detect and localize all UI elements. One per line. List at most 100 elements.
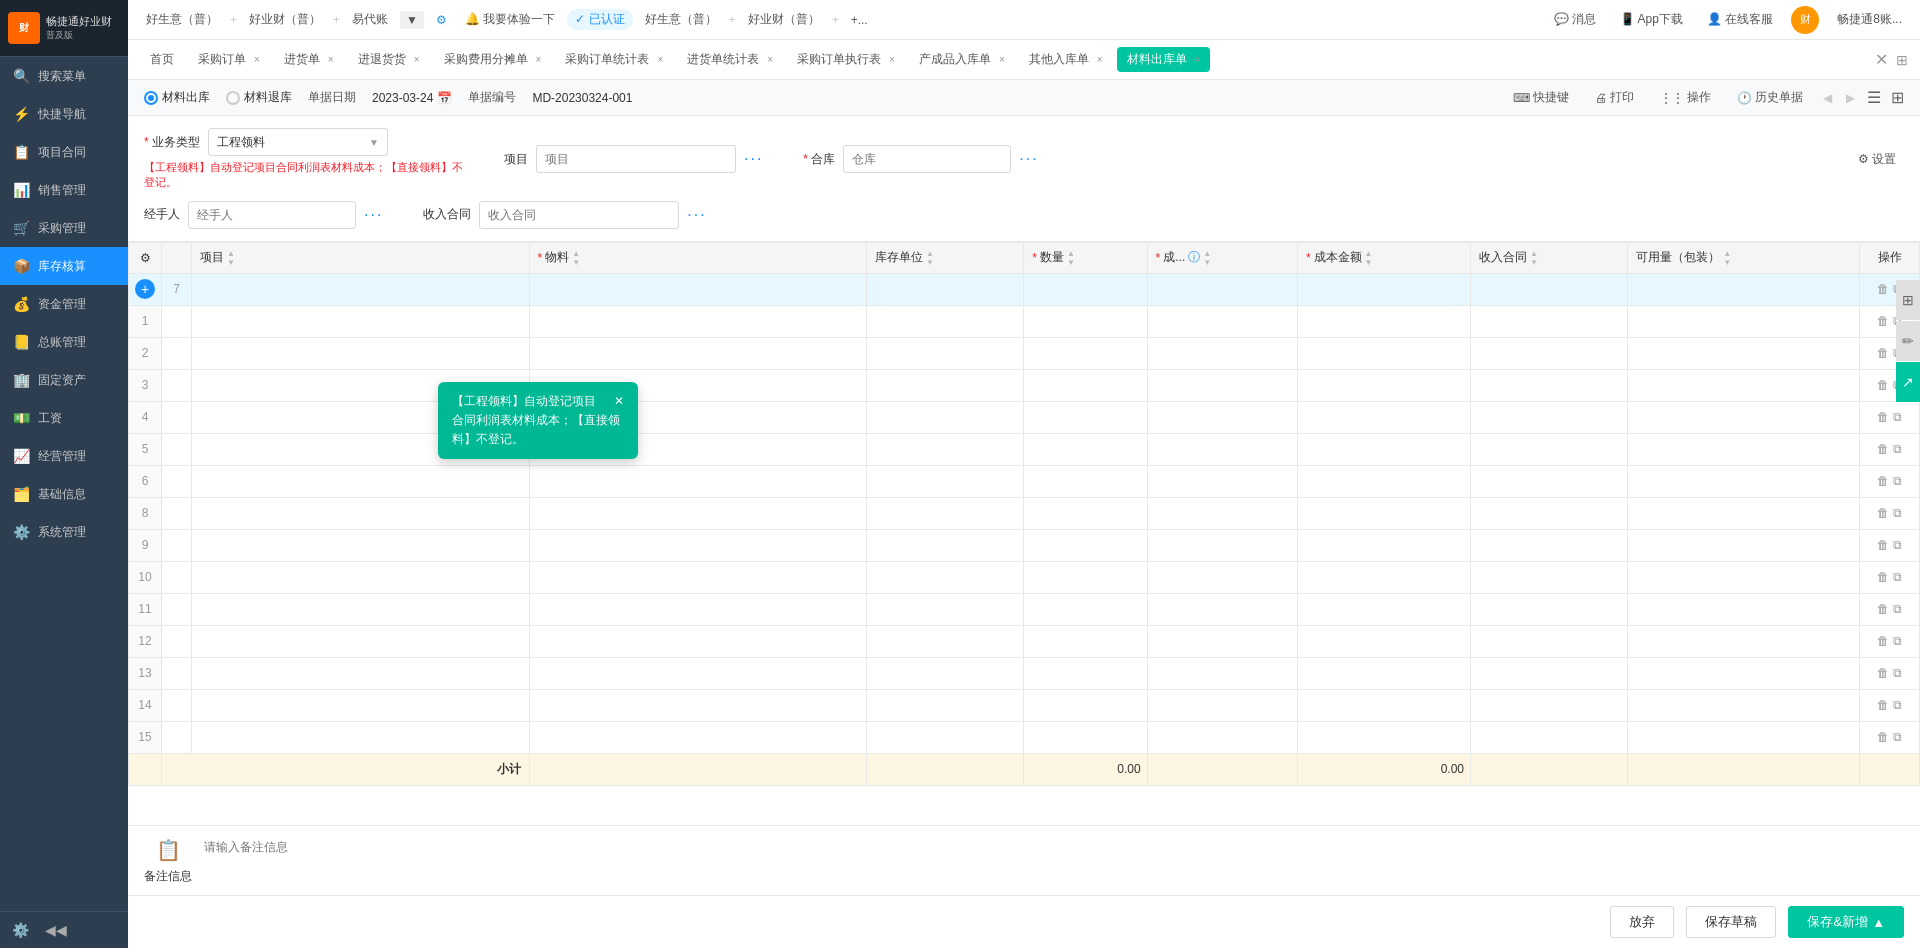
operation-btn[interactable]: ⋮⋮ 操作: [1652, 86, 1719, 109]
print-btn[interactable]: 🖨 打印: [1587, 86, 1642, 109]
nav-good-finance2[interactable]: 好业财（普）: [742, 7, 826, 32]
tab-purchase-expense[interactable]: 采购费用分摊单 ×: [434, 47, 552, 72]
tab-purchase-stats[interactable]: 采购订单统计表 ×: [555, 47, 673, 72]
close-purchase-expense[interactable]: ×: [536, 54, 542, 65]
nav-settings[interactable]: ⚙: [430, 9, 453, 31]
handler-dots-btn[interactable]: ···: [364, 206, 383, 224]
warehouse-input[interactable]: [843, 145, 1011, 173]
copy-row-icon[interactable]: ⧉: [1893, 442, 1902, 456]
nav-more[interactable]: +...: [845, 9, 874, 31]
tab-material-outbound[interactable]: 材料出库单 ×: [1117, 47, 1211, 72]
sidebar-item-search[interactable]: 🔍 搜索菜单: [0, 57, 128, 95]
row-material[interactable]: [529, 273, 867, 305]
right-panel-btn-3[interactable]: ↗: [1896, 362, 1920, 402]
delete-row-icon[interactable]: 🗑: [1877, 442, 1889, 456]
delete-row-icon[interactable]: 🗑: [1877, 346, 1889, 360]
sidebar-item-sales[interactable]: 📊 销售管理: [0, 171, 128, 209]
username-label[interactable]: 畅捷通8账...: [1831, 7, 1908, 32]
project-dots-btn[interactable]: ···: [744, 150, 763, 168]
close-purchase-stats[interactable]: ×: [657, 54, 663, 65]
add-row-btn[interactable]: +: [135, 279, 155, 299]
close-finished-goods[interactable]: ×: [999, 54, 1005, 65]
right-panel-btn-2[interactable]: ✏: [1896, 321, 1920, 361]
delete-row-icon[interactable]: 🗑: [1877, 378, 1889, 392]
delete-row-icon[interactable]: 🗑: [1877, 506, 1889, 520]
user-avatar[interactable]: 财: [1791, 6, 1819, 34]
close-inbound[interactable]: ×: [328, 54, 334, 65]
tab-home[interactable]: 首页: [140, 47, 184, 72]
delete-row-icon[interactable]: 🗑: [1877, 570, 1889, 584]
project-input[interactable]: [536, 145, 736, 173]
close-purchase-exec[interactable]: ×: [889, 54, 895, 65]
close-inbound-stats[interactable]: ×: [767, 54, 773, 65]
row-project[interactable]: [162, 305, 192, 337]
column-settings-icon[interactable]: ⚙: [140, 251, 151, 265]
nav-dropdown[interactable]: ▼: [400, 11, 424, 29]
sidebar-item-quick-nav[interactable]: ⚡ 快捷导航: [0, 95, 128, 133]
project-cell-input[interactable]: [198, 282, 523, 296]
save-new-btn[interactable]: 保存&新增 ▲: [1788, 906, 1904, 938]
nav-service[interactable]: 👤 在线客服: [1701, 7, 1779, 32]
nav-app-download[interactable]: 📱 App下载: [1614, 7, 1689, 32]
copy-row-icon[interactable]: ⧉: [1893, 634, 1902, 648]
tab-finished-goods[interactable]: 产成品入库单 ×: [909, 47, 1015, 72]
close-purchase-order[interactable]: ×: [254, 54, 260, 65]
copy-row-icon[interactable]: ⧉: [1893, 538, 1902, 552]
sidebar-item-inventory[interactable]: 📦 库存核算: [0, 247, 128, 285]
delete-row-icon[interactable]: 🗑: [1877, 410, 1889, 424]
grid-view-btn[interactable]: ⊞: [1896, 52, 1908, 68]
settings-btn[interactable]: ⚙ 设置: [1850, 128, 1904, 191]
right-panel-btn-1[interactable]: ⊞: [1896, 280, 1920, 320]
nav-good-biz2[interactable]: 好生意（普）: [639, 7, 723, 32]
nav-agent[interactable]: 易代账: [346, 7, 394, 32]
row-material[interactable]: [192, 305, 530, 337]
copy-row-icon[interactable]: ⧉: [1893, 474, 1902, 488]
sidebar-item-assets[interactable]: 🏢 固定资产: [0, 361, 128, 399]
sidebar-item-finance[interactable]: 💰 资金管理: [0, 285, 128, 323]
radio-return[interactable]: 材料退库: [226, 89, 292, 106]
income-contract-dots-btn[interactable]: ···: [687, 206, 706, 224]
tab-inbound[interactable]: 进货单 ×: [274, 47, 344, 72]
close-all-btn[interactable]: ✕: [1875, 50, 1888, 69]
sidebar-item-project[interactable]: 📋 项目合同: [0, 133, 128, 171]
sidebar-item-purchase[interactable]: 🛒 采购管理: [0, 209, 128, 247]
tab-purchase-exec[interactable]: 采购订单执行表 ×: [787, 47, 905, 72]
th-settings[interactable]: ⚙: [129, 242, 162, 273]
collapse-icon[interactable]: ◀◀: [45, 922, 67, 938]
view-toggle-grid[interactable]: ⊞: [1891, 88, 1904, 107]
nav-experience[interactable]: 🔔 我要体验一下: [459, 7, 561, 32]
copy-row-icon[interactable]: ⧉: [1893, 602, 1902, 616]
history-btn[interactable]: 🕐 历史单据: [1729, 86, 1811, 109]
delete-row-icon[interactable]: 🗑: [1877, 282, 1889, 296]
sidebar-item-system[interactable]: ⚙️ 系统管理: [0, 513, 128, 551]
save-draft-btn[interactable]: 保存草稿: [1686, 906, 1776, 938]
handler-input[interactable]: [188, 201, 356, 229]
nav-good-biz[interactable]: 好生意（普）: [140, 7, 224, 32]
tooltip-close-btn[interactable]: ✕: [614, 392, 624, 411]
material-cell-input[interactable]: [536, 282, 861, 296]
delete-row-icon[interactable]: 🗑: [1877, 634, 1889, 648]
close-inbound-return[interactable]: ×: [414, 54, 420, 65]
note-input[interactable]: [204, 836, 1904, 858]
nav-message[interactable]: 💬 消息: [1548, 7, 1602, 32]
tab-other-inbound[interactable]: 其他入库单 ×: [1019, 47, 1113, 72]
delete-row-icon[interactable]: 🗑: [1877, 314, 1889, 328]
sidebar-item-salary[interactable]: 💵 工资: [0, 399, 128, 437]
copy-row-icon[interactable]: ⧉: [1893, 410, 1902, 424]
income-contract-input[interactable]: [479, 201, 679, 229]
copy-row-icon[interactable]: ⧉: [1893, 698, 1902, 712]
delete-row-icon[interactable]: 🗑: [1877, 730, 1889, 744]
delete-row-icon[interactable]: 🗑: [1877, 698, 1889, 712]
radio-outbound[interactable]: 材料出库: [144, 89, 210, 106]
copy-row-icon[interactable]: ⧉: [1893, 666, 1902, 680]
shortcuts-btn[interactable]: ⌨ 快捷键: [1505, 86, 1577, 109]
delete-row-icon[interactable]: 🗑: [1877, 602, 1889, 616]
delete-row-icon[interactable]: 🗑: [1877, 538, 1889, 552]
copy-row-icon[interactable]: ⧉: [1893, 730, 1902, 744]
sidebar-item-ledger[interactable]: 📒 总账管理: [0, 323, 128, 361]
tab-inbound-return[interactable]: 进退货货 ×: [348, 47, 430, 72]
warehouse-dots-btn[interactable]: ···: [1019, 150, 1038, 168]
tab-purchase-order[interactable]: 采购订单 ×: [188, 47, 270, 72]
delete-row-icon[interactable]: 🗑: [1877, 666, 1889, 680]
tab-inbound-stats[interactable]: 进货单统计表 ×: [677, 47, 783, 72]
